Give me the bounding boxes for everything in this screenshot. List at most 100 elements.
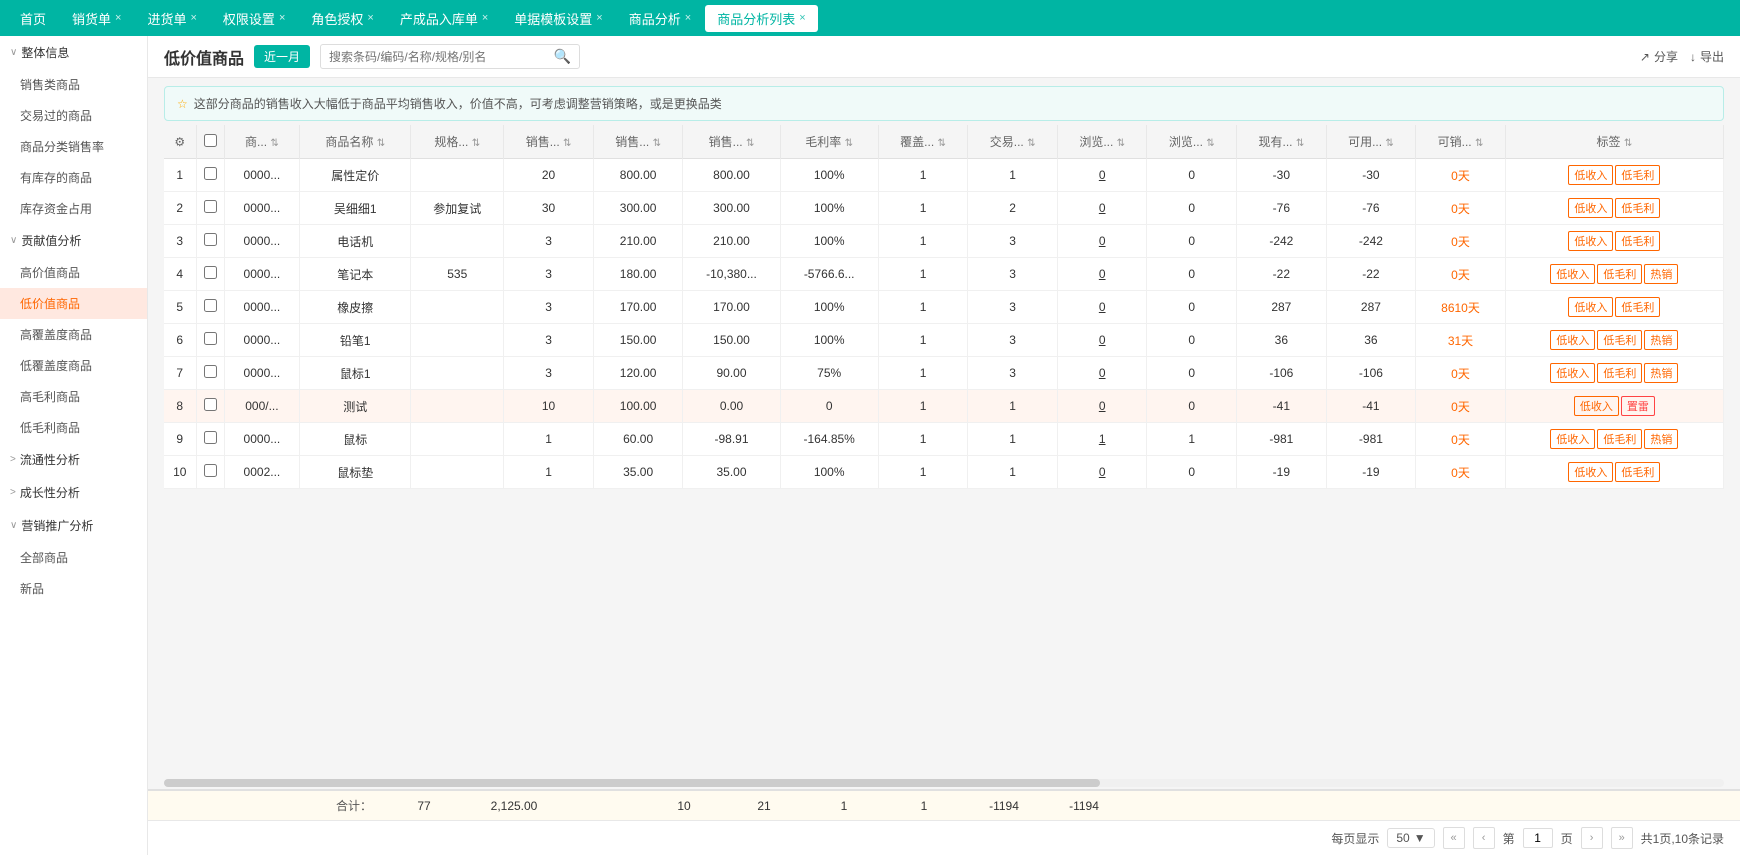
col-code[interactable]: 商... ⇅ — [224, 125, 300, 159]
views1-cell[interactable]: 0 — [1057, 456, 1147, 489]
nav-item-首页[interactable]: 首页 — [8, 5, 58, 32]
row-checkbox[interactable] — [204, 299, 217, 312]
search-input[interactable] — [329, 50, 548, 64]
last-page-button[interactable]: » — [1611, 827, 1633, 849]
views1-cell[interactable]: 0 — [1057, 357, 1147, 390]
nav-close-icon[interactable]: × — [279, 12, 285, 24]
views1-cell[interactable]: 0 — [1057, 324, 1147, 357]
next-page-button[interactable]: › — [1581, 827, 1603, 849]
col-amount[interactable]: 销售... ⇅ — [683, 125, 780, 159]
nav-close-icon[interactable]: × — [596, 12, 602, 24]
sidebar-group-营销推广分析[interactable]: ∨ 营销推广分析 — [0, 509, 147, 542]
export-button[interactable]: ↓ 导出 — [1690, 48, 1724, 65]
sidebar-item-低覆盖度商品[interactable]: 低覆盖度商品 — [0, 350, 147, 381]
row-checkbox[interactable] — [204, 398, 217, 411]
nav-item-商品分析[interactable]: 商品分析× — [617, 5, 703, 32]
sidebar-item-销售类商品[interactable]: 销售类商品 — [0, 69, 147, 100]
checkbox-cell[interactable] — [196, 192, 224, 225]
sidebar-group-贡献值分析[interactable]: ∨ 贡献值分析 — [0, 224, 147, 257]
select-all-checkbox[interactable] — [204, 134, 217, 147]
nav-item-商品分析列表[interactable]: 商品分析列表× — [705, 5, 817, 32]
col-trade[interactable]: 交易... ⇅ — [968, 125, 1058, 159]
views1-cell[interactable]: 0 — [1057, 159, 1147, 192]
views1-val: 0 — [1099, 300, 1106, 314]
views1-cell[interactable]: 0 — [1057, 258, 1147, 291]
sidebar-item-商品分类销售率[interactable]: 商品分类销售率 — [0, 131, 147, 162]
row-checkbox[interactable] — [204, 365, 217, 378]
checkbox-cell[interactable] — [196, 291, 224, 324]
row-checkbox[interactable] — [204, 431, 217, 444]
checkbox-col-header[interactable] — [196, 125, 224, 159]
sidebar-item-新品[interactable]: 新品 — [0, 573, 147, 604]
prev-page-button[interactable]: ‹ — [1473, 827, 1495, 849]
nav-item-进货单[interactable]: 进货单× — [135, 5, 208, 32]
sidebar-group-整体信息[interactable]: ∨ 整体信息 — [0, 36, 147, 69]
col-coverage[interactable]: 覆盖... ⇅ — [878, 125, 968, 159]
sidebar-group-成长性分析[interactable]: > 成长性分析 — [0, 476, 147, 509]
sidebar-item-全部商品[interactable]: 全部商品 — [0, 542, 147, 573]
col-name[interactable]: 商品名称 ⇅ — [300, 125, 411, 159]
col-spec[interactable]: 规格... ⇅ — [411, 125, 504, 159]
sidebar-item-低毛利商品[interactable]: 低毛利商品 — [0, 412, 147, 443]
nav-close-icon[interactable]: × — [482, 12, 488, 24]
page-number-input[interactable] — [1523, 828, 1553, 848]
row-checkbox[interactable] — [204, 332, 217, 345]
tag-低毛利: 低毛利 — [1597, 264, 1642, 284]
nav-close-icon[interactable]: × — [115, 12, 121, 24]
nav-item-产成品入库单[interactable]: 产成品入库单× — [388, 5, 500, 32]
trade-cell: 3 — [968, 258, 1058, 291]
nav-item-权限设置[interactable]: 权限设置× — [211, 5, 297, 32]
views1-cell[interactable]: 0 — [1057, 225, 1147, 258]
row-checkbox[interactable] — [204, 167, 217, 180]
col-views2[interactable]: 浏览... ⇅ — [1147, 125, 1237, 159]
col-tags[interactable]: 标签 ⇅ — [1505, 125, 1723, 159]
nav-close-icon[interactable]: × — [190, 12, 196, 24]
col-views1[interactable]: 浏览... ⇅ — [1057, 125, 1147, 159]
checkbox-cell[interactable] — [196, 225, 224, 258]
sidebar-item-高覆盖度商品[interactable]: 高覆盖度商品 — [0, 319, 147, 350]
row-checkbox[interactable] — [204, 200, 217, 213]
sidebar-item-高毛利商品[interactable]: 高毛利商品 — [0, 381, 147, 412]
checkbox-cell[interactable] — [196, 423, 224, 456]
page-size-selector[interactable]: 50 ▼ — [1387, 828, 1434, 848]
sidebar-item-库存资金占用[interactable]: 库存资金占用 — [0, 193, 147, 224]
checkbox-cell[interactable] — [196, 390, 224, 423]
checkbox-cell[interactable] — [196, 159, 224, 192]
views1-cell[interactable]: 1 — [1057, 423, 1147, 456]
nav-close-icon[interactable]: × — [367, 12, 373, 24]
row-checkbox[interactable] — [204, 266, 217, 279]
row-checkbox[interactable] — [204, 233, 217, 246]
sidebar-item-高价值商品[interactable]: 高价值商品 — [0, 257, 147, 288]
horizontal-scrollbar[interactable] — [164, 779, 1724, 787]
scrollbar-thumb[interactable] — [164, 779, 1100, 787]
settings-col-header[interactable]: ⚙ — [164, 125, 196, 159]
coverage-cell: 1 — [878, 258, 968, 291]
col-margin[interactable]: 毛利率 ⇅ — [780, 125, 878, 159]
checkbox-cell[interactable] — [196, 258, 224, 291]
views1-cell[interactable]: 0 — [1057, 390, 1147, 423]
first-page-button[interactable]: « — [1443, 827, 1465, 849]
sidebar-group-流通性分析[interactable]: > 流通性分析 — [0, 443, 147, 476]
period-button[interactable]: 近一月 — [254, 45, 310, 68]
col-available[interactable]: 可用... ⇅ — [1326, 125, 1416, 159]
nav-item-销货单[interactable]: 销货单× — [60, 5, 133, 32]
checkbox-cell[interactable] — [196, 357, 224, 390]
nav-close-icon[interactable]: × — [799, 12, 805, 24]
col-current[interactable]: 现有... ⇅ — [1237, 125, 1327, 159]
sidebar-item-低价值商品[interactable]: 低价值商品 — [0, 288, 147, 319]
views1-cell[interactable]: 0 — [1057, 192, 1147, 225]
sidebar-item-有库存的商品[interactable]: 有库存的商品 — [0, 162, 147, 193]
share-button[interactable]: ↗ 分享 — [1640, 48, 1678, 65]
views1-cell[interactable]: 0 — [1057, 291, 1147, 324]
col-saleable[interactable]: 可销... ⇅ — [1416, 125, 1506, 159]
sidebar-item-交易过的商品[interactable]: 交易过的商品 — [0, 100, 147, 131]
nav-item-角色授权[interactable]: 角色授权× — [299, 5, 385, 32]
search-icon[interactable]: 🔍 — [554, 48, 571, 65]
nav-item-单据模板设置[interactable]: 单据模板设置× — [502, 5, 614, 32]
nav-close-icon[interactable]: × — [685, 12, 691, 24]
col-qty[interactable]: 销售... ⇅ — [504, 125, 594, 159]
checkbox-cell[interactable] — [196, 324, 224, 357]
row-checkbox[interactable] — [204, 464, 217, 477]
checkbox-cell[interactable] — [196, 456, 224, 489]
col-price[interactable]: 销售... ⇅ — [593, 125, 683, 159]
